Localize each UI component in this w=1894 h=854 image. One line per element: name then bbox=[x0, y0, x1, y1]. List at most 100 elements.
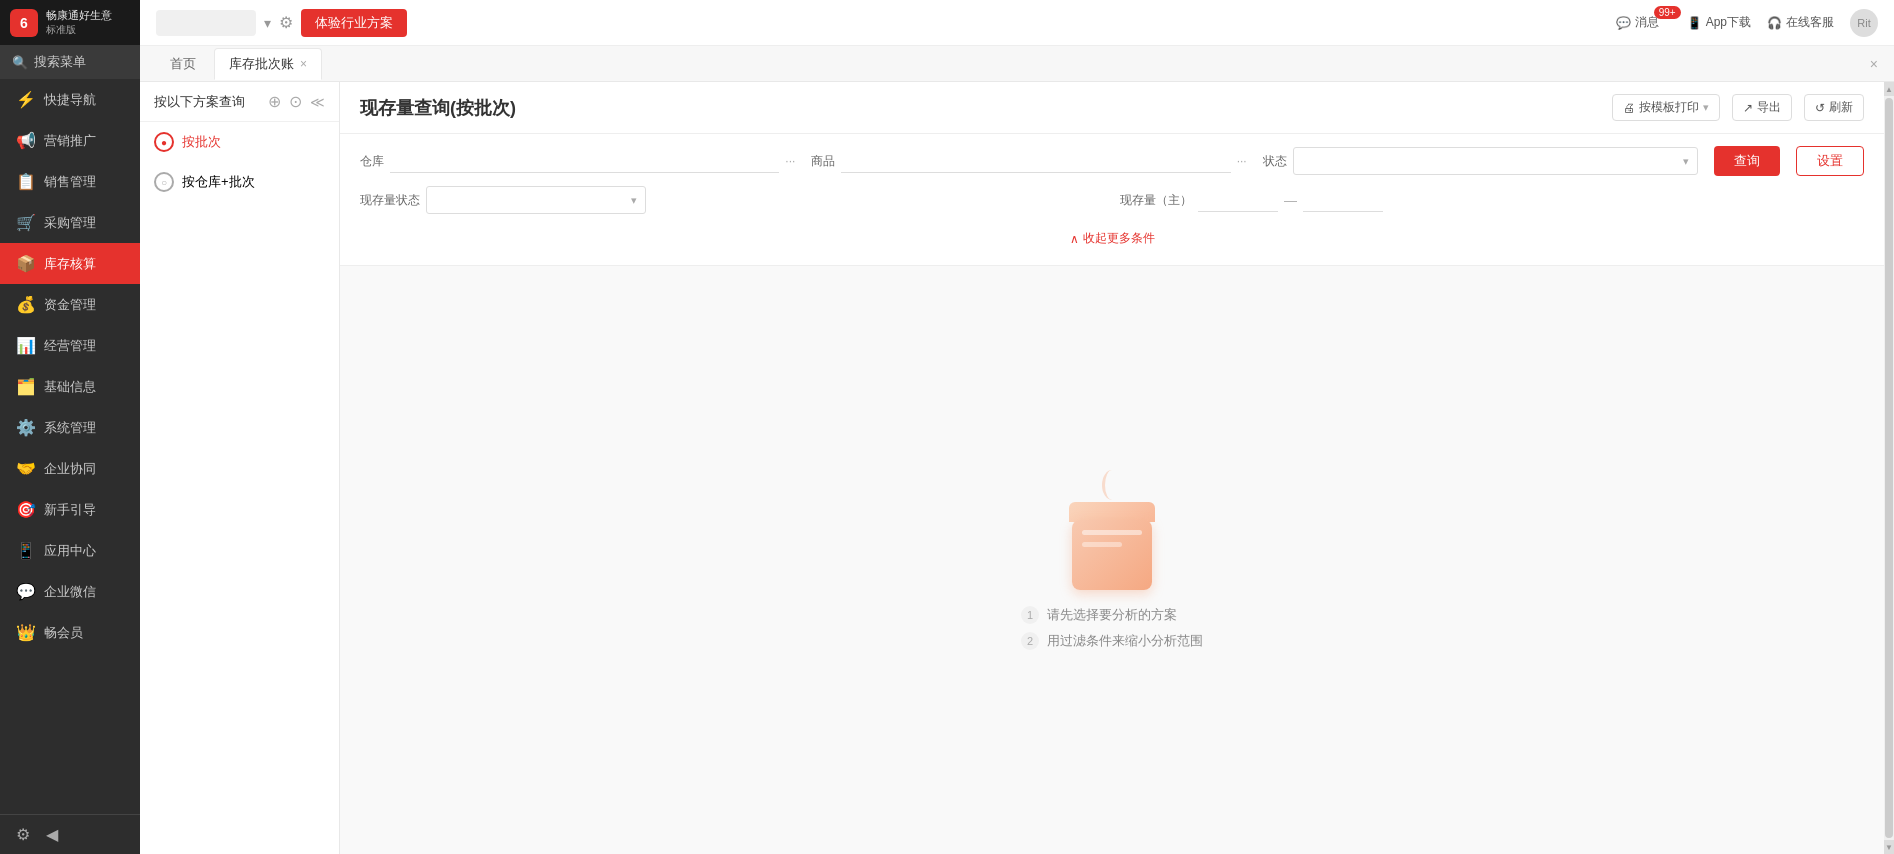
refresh-label: 刷新 bbox=[1829, 99, 1853, 116]
vip-icon: 👑 bbox=[16, 623, 36, 642]
topbar: ▾ ⚙ 体验行业方案 💬 消息 99+ 📱 App下载 🎧 在线客服 Rit bbox=[140, 0, 1894, 46]
product-filter-more[interactable]: ··· bbox=[1237, 154, 1247, 168]
online-service-button[interactable]: 🎧 在线客服 bbox=[1767, 14, 1834, 31]
tab-close-icon[interactable]: × bbox=[300, 57, 307, 71]
search-menu-label: 搜索菜单 bbox=[34, 53, 86, 71]
messages-button[interactable]: 💬 消息 99+ bbox=[1616, 14, 1671, 31]
sidebar-item-label: 系统管理 bbox=[44, 419, 96, 437]
newbie-icon: 🎯 bbox=[16, 500, 36, 519]
product-filter-label: 商品 bbox=[811, 153, 835, 170]
filter-warehouse: 仓库 ··· bbox=[360, 150, 795, 173]
sidebar-item-purchase[interactable]: 🛒 采购管理 bbox=[0, 202, 140, 243]
empty-illustration bbox=[1052, 470, 1172, 590]
settings-icon[interactable]: ⚙ bbox=[16, 825, 30, 844]
sidebar-item-operations[interactable]: 📊 经营管理 bbox=[0, 325, 140, 366]
sidebar-footer: ⚙ ◀ bbox=[0, 814, 140, 854]
empty-hints: 1 请先选择要分析的方案 2 用过滤条件来缩小分析范围 bbox=[1021, 606, 1203, 650]
sidebar-item-label: 经营管理 bbox=[44, 337, 96, 355]
template-dropdown-icon[interactable]: ▾ bbox=[1703, 101, 1709, 114]
headset-icon: 🎧 bbox=[1767, 16, 1782, 30]
warehouse-filter-input[interactable] bbox=[390, 150, 779, 173]
basics-icon: 🗂️ bbox=[16, 377, 36, 396]
scheme-settings-icon[interactable]: ⊙ bbox=[289, 92, 302, 111]
query-button[interactable]: 查询 bbox=[1714, 146, 1780, 176]
scheme-item-by-batch[interactable]: ● 按批次 bbox=[140, 122, 339, 162]
app-download-button[interactable]: 📱 App下载 bbox=[1687, 14, 1751, 31]
sidebar-item-label: 营销推广 bbox=[44, 132, 96, 150]
empty-box-body bbox=[1072, 520, 1152, 590]
sidebar-item-system[interactable]: ⚙️ 系统管理 bbox=[0, 407, 140, 448]
sidebar-item-label: 应用中心 bbox=[44, 542, 96, 560]
sidebar-item-sales[interactable]: 📋 销售管理 bbox=[0, 161, 140, 202]
topbar-breadcrumb bbox=[156, 10, 256, 36]
print-icon: 🖨 bbox=[1623, 101, 1635, 115]
template-print-label: 按模板打印 bbox=[1639, 99, 1699, 116]
scheme-warehouse-batch-label: 按仓库+批次 bbox=[182, 173, 255, 191]
warehouse-filter-more[interactable]: ··· bbox=[785, 154, 795, 168]
sidebar-item-label: 新手引导 bbox=[44, 501, 96, 519]
search-menu[interactable]: 🔍 搜索菜单 bbox=[0, 45, 140, 79]
filter-stock-amount: 现存量（主） — bbox=[1120, 189, 1864, 212]
marketing-icon: 📢 bbox=[16, 131, 36, 150]
collapse-sidebar-icon[interactable]: ◀ bbox=[46, 825, 58, 844]
stock-status-select[interactable]: ▾ bbox=[426, 186, 646, 214]
tab-home-label: 首页 bbox=[170, 55, 196, 73]
empty-state: 1 请先选择要分析的方案 2 用过滤条件来缩小分析范围 bbox=[340, 266, 1884, 854]
collapse-panel-icon[interactable]: ≪ bbox=[310, 94, 325, 110]
sidebar-item-marketing[interactable]: 📢 营销推广 bbox=[0, 120, 140, 161]
filter-row-1: 仓库 ··· 商品 ··· 状态 ▾ bbox=[360, 146, 1864, 176]
tab-home[interactable]: 首页 bbox=[156, 49, 210, 79]
product-filter-input[interactable] bbox=[841, 150, 1230, 173]
refresh-button[interactable]: ↺ 刷新 bbox=[1804, 94, 1864, 121]
sidebar-item-vip[interactable]: 👑 畅会员 bbox=[0, 612, 140, 653]
template-print-button[interactable]: 🖨 按模板打印 ▾ bbox=[1612, 94, 1720, 121]
scroll-down-button[interactable]: ▼ bbox=[1884, 840, 1894, 854]
sidebar-item-label: 资金管理 bbox=[44, 296, 96, 314]
left-scheme-panel: 按以下方案查询 ⊕ ⊙ ≪ ● 按批次 ○ 按仓库+批次 bbox=[140, 82, 340, 854]
sidebar-item-finance[interactable]: 💰 资金管理 bbox=[0, 284, 140, 325]
sidebar-item-basics[interactable]: 🗂️ 基础信息 bbox=[0, 366, 140, 407]
status-filter-select[interactable]: ▾ bbox=[1293, 147, 1698, 175]
operations-icon: 📊 bbox=[16, 336, 36, 355]
sidebar-item-newbie[interactable]: 🎯 新手引导 bbox=[0, 489, 140, 530]
tabs-bar: 首页 库存批次账 × × bbox=[140, 46, 1894, 82]
scroll-thumb[interactable] bbox=[1885, 98, 1893, 838]
stock-amount-to-input[interactable] bbox=[1303, 189, 1383, 212]
export-button[interactable]: ↗ 导出 bbox=[1732, 94, 1792, 121]
sidebar-item-enterprise-wechat[interactable]: 💬 企业微信 bbox=[0, 571, 140, 612]
sidebar-item-quick-nav[interactable]: ⚡ 快捷导航 bbox=[0, 79, 140, 120]
app-download-label: App下载 bbox=[1706, 14, 1751, 31]
main-area: ▾ ⚙ 体验行业方案 💬 消息 99+ 📱 App下载 🎧 在线客服 Rit bbox=[140, 0, 1894, 854]
user-avatar-button[interactable]: Rit bbox=[1850, 9, 1878, 37]
trial-industry-button[interactable]: 体验行业方案 bbox=[301, 9, 407, 37]
empty-steam-decor bbox=[1102, 470, 1122, 500]
add-scheme-icon[interactable]: ⊕ bbox=[268, 92, 281, 111]
scheme-item-by-warehouse-batch[interactable]: ○ 按仓库+批次 bbox=[140, 162, 339, 202]
purchase-icon: 🛒 bbox=[16, 213, 36, 232]
collapse-more-conditions[interactable]: ∧ 收起更多条件 bbox=[360, 224, 1864, 253]
app-title-block: 畅康通好生意 标准版 bbox=[46, 8, 112, 37]
breadcrumb-dropdown-button[interactable]: ▾ bbox=[264, 15, 271, 31]
global-tab-close-button[interactable]: × bbox=[1870, 56, 1878, 72]
filter-product: 商品 ··· bbox=[811, 150, 1246, 173]
filter-area: 仓库 ··· 商品 ··· 状态 ▾ bbox=[340, 134, 1884, 266]
sidebar-item-enterprise-coop[interactable]: 🤝 企业协同 bbox=[0, 448, 140, 489]
tab-inventory-batch[interactable]: 库存批次账 × bbox=[214, 48, 322, 80]
settings-button[interactable]: 设置 bbox=[1796, 146, 1864, 176]
stock-amount-from-input[interactable] bbox=[1198, 189, 1278, 212]
tab-active-label: 库存批次账 bbox=[229, 55, 294, 73]
scroll-up-button[interactable]: ▲ bbox=[1884, 82, 1894, 96]
finance-icon: 💰 bbox=[16, 295, 36, 314]
scheme-warehouse-batch-icon: ○ bbox=[154, 172, 174, 192]
sidebar-item-label: 销售管理 bbox=[44, 173, 96, 191]
online-service-label: 在线客服 bbox=[1786, 14, 1834, 31]
filter-row-2: 现存量状态 ▾ 现存量（主） — bbox=[360, 186, 1864, 214]
content-area: 按以下方案查询 ⊕ ⊙ ≪ ● 按批次 ○ 按仓库+批次 现存量查询(按批次) bbox=[140, 82, 1894, 854]
phone-icon: 📱 bbox=[1687, 16, 1702, 30]
sidebar-item-app-center[interactable]: 📱 应用中心 bbox=[0, 530, 140, 571]
messages-badge: 99+ bbox=[1654, 6, 1681, 19]
sidebar-item-inventory[interactable]: 📦 库存核算 bbox=[0, 243, 140, 284]
scheme-panel-actions: ⊕ ⊙ ≪ bbox=[268, 92, 325, 111]
empty-hint-1: 1 请先选择要分析的方案 bbox=[1021, 606, 1203, 624]
topbar-gear-icon[interactable]: ⚙ bbox=[279, 13, 293, 32]
